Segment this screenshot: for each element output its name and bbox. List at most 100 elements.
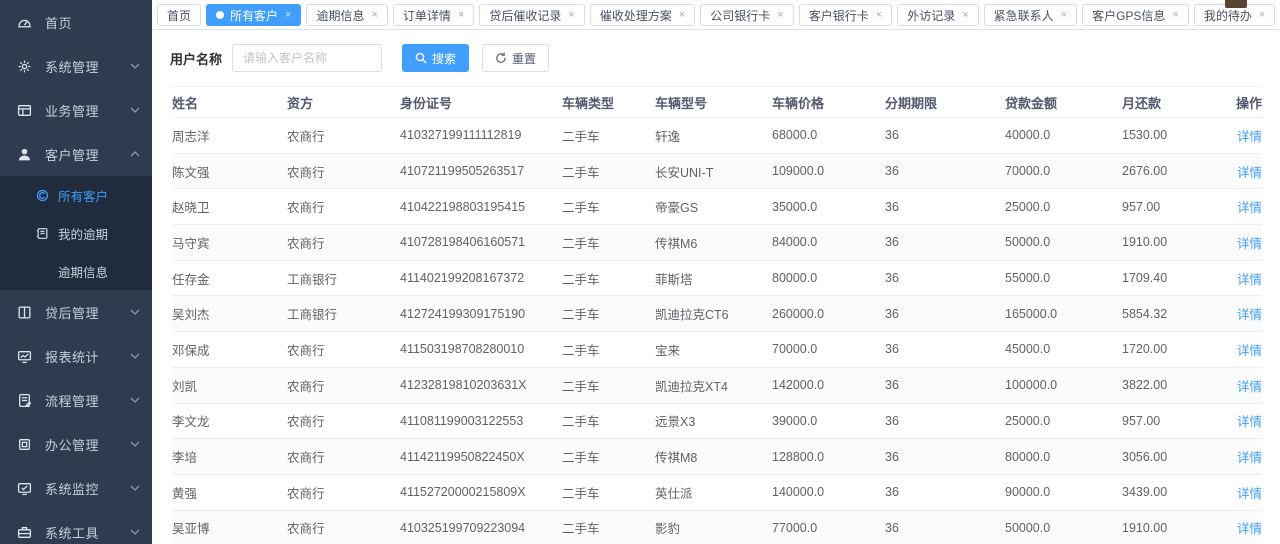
cell-资方: 农商行	[287, 439, 400, 475]
sidebar-item-系统工具[interactable]: 系统工具	[0, 510, 152, 544]
cell-姓名: 吴亚博	[172, 510, 287, 544]
sidebar-item-办公管理[interactable]: 办公管理	[0, 422, 152, 466]
tab-公司银行卡[interactable]: 公司银行卡×	[700, 4, 793, 26]
detail-link[interactable]: 详情	[1237, 522, 1262, 536]
tab-close-icon[interactable]: ×	[1259, 10, 1265, 21]
column-header-车辆类型: 车辆类型	[562, 87, 655, 118]
tab-逾期信息[interactable]: 逾期信息×	[306, 4, 387, 26]
tab-客户银行卡[interactable]: 客户银行卡×	[799, 4, 892, 26]
reset-button[interactable]: 重置	[482, 44, 549, 72]
detail-link[interactable]: 详情	[1237, 201, 1262, 215]
tab-close-icon[interactable]: ×	[458, 10, 464, 21]
tab-close-icon[interactable]: ×	[285, 10, 291, 21]
tab-紧急联系人[interactable]: 紧急联系人×	[984, 4, 1077, 26]
tab-客户GPS信息[interactable]: 客户GPS信息 ×	[1082, 4, 1189, 26]
cell-月还款: 2676.00	[1122, 153, 1222, 189]
cell-身份证号: 410728198406160571	[400, 225, 562, 261]
cell-月还款: 957.00	[1122, 403, 1222, 439]
cell-姓名: 周志洋	[172, 118, 287, 154]
tab-close-icon[interactable]: ×	[568, 10, 574, 21]
cell-资方: 农商行	[287, 474, 400, 510]
cell-姓名: 马守宾	[172, 225, 287, 261]
cell-月还款: 957.00	[1122, 189, 1222, 225]
office-icon	[16, 436, 32, 452]
sidebar-subitem-逾期信息[interactable]: 逾期信息	[0, 252, 152, 290]
cell-操作: 详情	[1222, 225, 1262, 261]
tab-所有客户[interactable]: 所有客户×	[206, 4, 301, 26]
cell-分期期限: 36	[885, 332, 1005, 368]
cell-姓名: 邓保成	[172, 332, 287, 368]
tab-label: 客户GPS信息	[1092, 7, 1165, 24]
tab-催收处理方案[interactable]: 催收处理方案×	[590, 4, 695, 26]
cell-车辆型号: 长安UNI-T	[655, 153, 772, 189]
cell-车辆型号: 传祺M6	[655, 225, 772, 261]
cell-身份证号: 41152720000215809X	[400, 474, 562, 510]
sidebar-item-label: 流程管理	[45, 391, 130, 410]
tab-label: 外访记录	[907, 7, 955, 24]
sidebar-subitem-我的逾期[interactable]: 我的逾期	[0, 214, 152, 252]
sidebar-item-报表统计[interactable]: 报表统计	[0, 334, 152, 378]
column-header-身份证号: 身份证号	[400, 87, 562, 118]
cell-操作: 详情	[1222, 296, 1262, 332]
detail-link[interactable]: 详情	[1237, 487, 1262, 501]
sidebar-item-系统监控[interactable]: 系统监控	[0, 466, 152, 510]
cell-操作: 详情	[1222, 474, 1262, 510]
detail-link[interactable]: 详情	[1237, 451, 1262, 465]
sidebar-subitem-label: 所有客户	[58, 186, 108, 205]
active-tab-dot	[216, 11, 224, 19]
cell-车辆价格: 70000.0	[772, 332, 885, 368]
detail-link[interactable]: 详情	[1237, 308, 1262, 322]
columns-icon	[16, 304, 32, 320]
search-button[interactable]: 搜索	[402, 44, 469, 72]
chevron-up-icon	[130, 151, 140, 157]
tab-外访记录[interactable]: 外访记录 ×	[897, 4, 978, 26]
table-row: 李文龙农商行411081199003122553二手车远景X339000.036…	[172, 403, 1262, 439]
tab-close-icon[interactable]: ×	[876, 10, 882, 21]
sidebar-item-系统管理[interactable]: 系统管理	[0, 44, 152, 88]
cell-月还款: 3056.00	[1122, 439, 1222, 475]
tab-close-icon[interactable]: ×	[1172, 10, 1178, 21]
workflow-icon	[16, 392, 32, 408]
detail-link[interactable]: 详情	[1237, 344, 1262, 358]
cell-车辆价格: 140000.0	[772, 474, 885, 510]
table-row: 吴亚博农商行410325199709223094二手车影豹77000.03650…	[172, 510, 1262, 544]
cell-月还款: 3439.00	[1122, 474, 1222, 510]
tab-label: 订单详情	[403, 7, 451, 24]
tab-close-icon[interactable]: ×	[679, 10, 685, 21]
sidebar-item-label: 业务管理	[45, 101, 130, 120]
detail-link[interactable]: 详情	[1237, 273, 1262, 287]
detail-link[interactable]: 详情	[1237, 415, 1262, 429]
search-button-label: 搜索	[432, 50, 456, 67]
sidebar-item-业务管理[interactable]: 业务管理	[0, 88, 152, 132]
tab-贷后催收记录[interactable]: 贷后催收记录×	[479, 4, 584, 26]
chevron-down-icon	[130, 309, 140, 315]
tab-首页[interactable]: 首页	[157, 4, 201, 26]
sidebar-item-客户管理[interactable]: 客户管理	[0, 132, 152, 176]
tab-close-icon[interactable]: ×	[962, 10, 968, 21]
cell-操作: 详情	[1222, 260, 1262, 296]
chevron-down-icon	[130, 485, 140, 491]
cell-分期期限: 36	[885, 153, 1005, 189]
sidebar: 首页系统管理业务管理客户管理所有客户我的逾期逾期信息贷后管理报表统计流程管理办公…	[0, 0, 152, 544]
cell-操作: 详情	[1222, 118, 1262, 154]
notebook-icon	[36, 227, 49, 240]
sidebar-item-流程管理[interactable]: 流程管理	[0, 378, 152, 422]
cell-身份证号: 412724199309175190	[400, 296, 562, 332]
detail-link[interactable]: 详情	[1237, 380, 1262, 394]
sidebar-subitem-所有客户[interactable]: 所有客户	[0, 176, 152, 214]
cell-操作: 详情	[1222, 403, 1262, 439]
sidebar-subitem-label: 我的逾期	[58, 224, 108, 243]
detail-link[interactable]: 详情	[1237, 166, 1262, 180]
sidebar-item-首页[interactable]: 首页	[0, 0, 152, 44]
tab-close-icon[interactable]: ×	[1061, 10, 1067, 21]
tab-bar: 首页所有客户×逾期信息×订单详情×贷后催收记录×催收处理方案×公司银行卡×客户银…	[152, 0, 1280, 30]
tab-close-icon[interactable]: ×	[371, 10, 377, 21]
detail-link[interactable]: 详情	[1237, 130, 1262, 144]
detail-link[interactable]: 详情	[1237, 237, 1262, 251]
sidebar-item-贷后管理[interactable]: 贷后管理	[0, 290, 152, 334]
tab-订单详情[interactable]: 订单详情 ×	[393, 4, 474, 26]
tab-close-icon[interactable]: ×	[777, 10, 783, 21]
cell-分期期限: 36	[885, 510, 1005, 544]
cell-贷款金额: 80000.0	[1005, 439, 1122, 475]
search-input[interactable]	[232, 44, 382, 72]
